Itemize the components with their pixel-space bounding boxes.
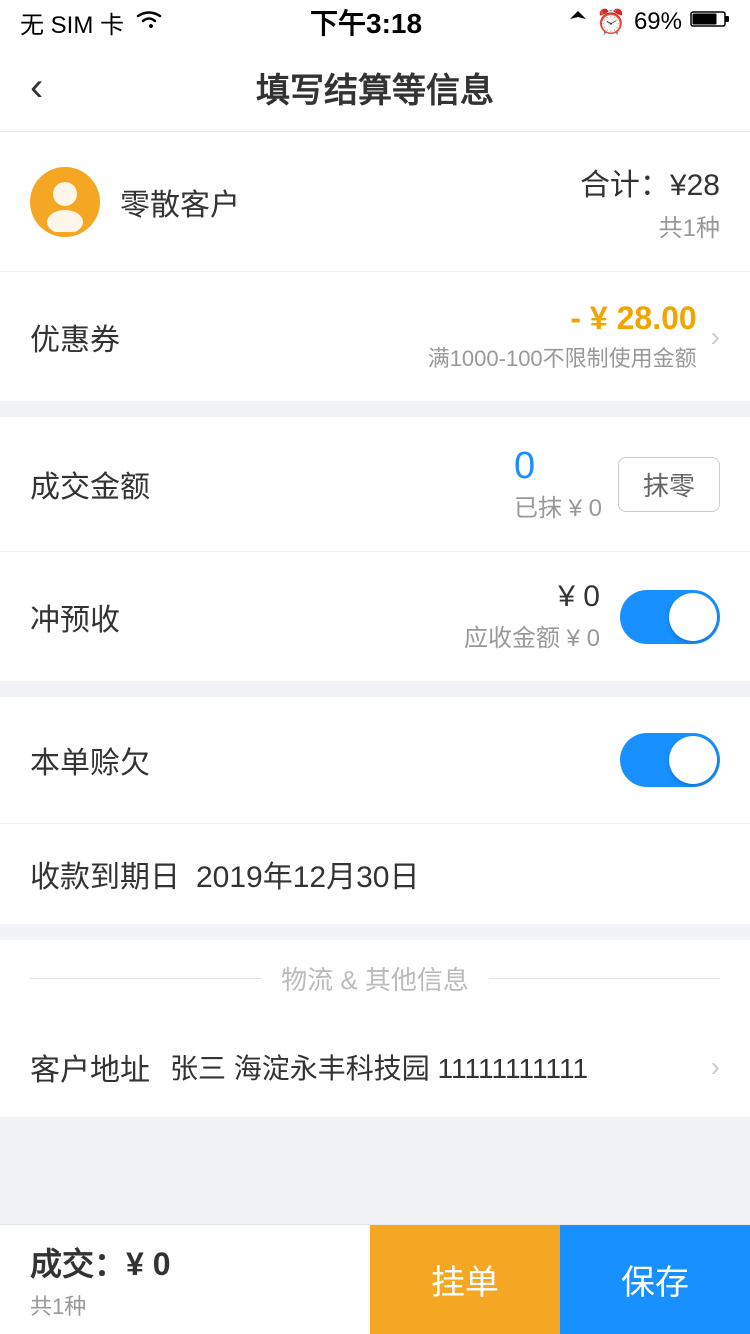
battery-text: 69%	[634, 8, 682, 36]
logistics-divider-text: 物流 & 其他信息	[261, 960, 489, 997]
coupon-row[interactable]: 优惠券 - ¥ 28.00 满1000-100不限制使用金额 ›	[0, 271, 750, 401]
deal-section: 成交金额 0 已抹 ¥ 0 抹零 冲预收 ¥ 0 应收金额 ¥ 0	[0, 417, 750, 681]
pre-right: ¥ 0 应收金额 ¥ 0	[464, 580, 720, 653]
total-count: 共1种	[580, 208, 720, 243]
nav-bar: ‹ 填写结算等信息	[0, 44, 750, 132]
deal-right: 0 已抹 ¥ 0 抹零	[514, 445, 720, 523]
address-chevron-icon: ›	[711, 1051, 720, 1083]
bottom-deal-label: 成交：	[30, 1246, 126, 1282]
coupon-content: - ¥ 28.00 满1000-100不限制使用金额	[428, 300, 697, 373]
toggle-knob	[669, 593, 717, 641]
round-zero-button[interactable]: 抹零	[618, 457, 720, 512]
deal-value: 0	[514, 445, 602, 488]
alarm-icon: ⏰	[596, 8, 626, 37]
bottom-bar: 成交：¥ 0 共1种 挂单 保存	[0, 1224, 750, 1334]
pre-sub: 应收金额 ¥ 0	[464, 618, 600, 653]
debt-label: 本单赊欠	[30, 738, 150, 782]
bottom-summary: 成交：¥ 0 共1种	[0, 1239, 370, 1321]
status-left: 无 SIM 卡	[20, 5, 164, 40]
debt-section: 本单赊欠 收款到期日 2019年12月30日	[0, 697, 750, 924]
bottom-deal-amount: ¥ 0	[126, 1246, 170, 1282]
no-sim-text: 无 SIM 卡	[20, 5, 124, 40]
bottom-count: 共1种	[30, 1289, 340, 1321]
coupon-amount: - ¥ 28.00	[428, 300, 697, 337]
debt-toggle-knob	[669, 736, 717, 784]
coupon-desc: 满1000-100不限制使用金额	[428, 341, 697, 373]
pre-receive-row: 冲预收 ¥ 0 应收金额 ¥ 0	[0, 551, 750, 681]
save-button[interactable]: 保存	[560, 1225, 750, 1334]
customer-left: 零散客户	[30, 167, 240, 237]
due-date-label: 收款到期日	[30, 852, 180, 896]
status-bar: 无 SIM 卡 下午3:18 ⏰ 69%	[0, 0, 750, 44]
debt-toggle[interactable]	[620, 733, 720, 787]
customer-right: 合计：¥28 共1种	[580, 160, 720, 243]
customer-section: 零散客户 合计：¥28 共1种 优惠券 - ¥ 28.00 满1000-100不…	[0, 132, 750, 401]
chevron-icon: ›	[711, 321, 720, 353]
battery-icon	[690, 8, 730, 36]
pre-value: ¥ 0	[464, 580, 600, 614]
avatar	[30, 167, 100, 237]
divider-line-right	[489, 978, 720, 979]
divider-line-left	[30, 978, 261, 979]
status-time: 下午3:18	[310, 2, 422, 42]
due-date-value: 2019年12月30日	[196, 852, 419, 896]
nav-title: 填写结算等信息	[256, 63, 494, 112]
address-row[interactable]: 客户地址 张三 海淀永丰科技园 11111111111 ›	[0, 1017, 750, 1117]
deal-amount-row: 成交金额 0 已抹 ¥ 0 抹零	[0, 417, 750, 551]
pre-receive-toggle[interactable]	[620, 590, 720, 644]
back-button[interactable]: ‹	[20, 55, 53, 120]
content-area: 零散客户 合计：¥28 共1种 优惠券 - ¥ 28.00 满1000-100不…	[0, 132, 750, 1253]
status-right: ⏰ 69%	[568, 8, 730, 37]
pre-receive-label: 冲预收	[30, 595, 120, 639]
deal-sub: 已抹 ¥ 0	[514, 488, 602, 523]
customer-row: 零散客户 合计：¥28 共1种	[0, 132, 750, 271]
logistics-section: 物流 & 其他信息 客户地址 张三 海淀永丰科技园 11111111111 ›	[0, 940, 750, 1117]
bottom-deal: 成交：¥ 0	[30, 1239, 340, 1285]
debt-row: 本单赊欠	[0, 697, 750, 823]
address-value: 张三 海淀永丰科技园 11111111111	[170, 1047, 707, 1087]
location-icon	[568, 8, 588, 36]
coupon-right: - ¥ 28.00 满1000-100不限制使用金额 ›	[428, 300, 720, 373]
coupon-label: 优惠券	[30, 315, 120, 359]
logistics-divider: 物流 & 其他信息	[0, 940, 750, 1017]
due-date-row: 收款到期日 2019年12月30日	[0, 823, 750, 924]
total-amount: 合计：¥28	[580, 160, 720, 204]
deal-amount-label: 成交金额	[30, 462, 150, 506]
hang-order-button[interactable]: 挂单	[370, 1225, 560, 1334]
customer-name: 零散客户	[120, 180, 240, 224]
address-label: 客户地址	[30, 1045, 150, 1089]
wifi-icon	[134, 8, 164, 37]
pre-amounts: ¥ 0 应收金额 ¥ 0	[464, 580, 600, 653]
